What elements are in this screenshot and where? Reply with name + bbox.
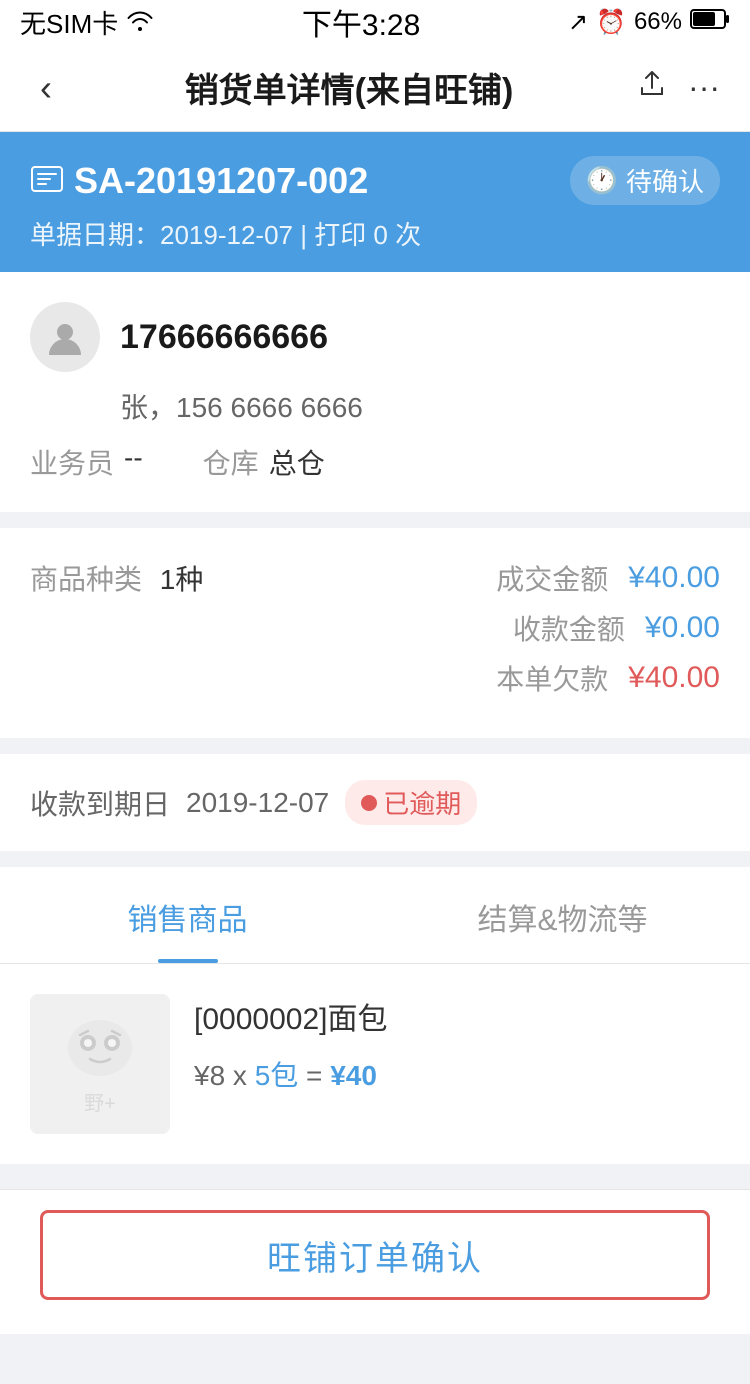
- customer-phone: 17666666666: [120, 318, 328, 357]
- confirm-order-button[interactable]: 旺铺订单确认: [40, 1210, 710, 1300]
- due-label: 收款到期日: [30, 783, 170, 823]
- product-section: 野+ [0000002]面包 ¥8 x 5包 = ¥40: [0, 964, 750, 1164]
- tab-sales-products[interactable]: 销售商品: [0, 867, 375, 963]
- wifi-icon: [126, 7, 154, 38]
- sales-item: 业务员 --: [30, 442, 143, 482]
- overdue-text: 已逾期: [383, 784, 461, 821]
- page-title: 销货单详情(来自旺铺): [62, 63, 636, 112]
- order-status-text: 待确认: [626, 162, 704, 199]
- total-text: ¥40: [330, 1060, 377, 1091]
- category-label: 商品种类: [30, 564, 142, 595]
- qty-text: 5包: [255, 1060, 299, 1091]
- battery-text: 66%: [634, 8, 682, 36]
- owing-value: ¥40.00: [628, 661, 720, 695]
- received-value: ¥0.00: [645, 611, 720, 645]
- order-id-text: SA-20191207-002: [74, 160, 368, 202]
- equals-text: =: [298, 1060, 330, 1091]
- price-text: ¥8 x: [194, 1060, 255, 1091]
- order-header-card: SA-20191207-002 🕐 待确认 单据日期：2019-12-07 | …: [0, 132, 750, 272]
- category-value: 1种: [160, 564, 204, 595]
- overdue-dot-icon: [361, 795, 377, 811]
- customer-row: 17666666666: [30, 302, 720, 372]
- order-header-top: SA-20191207-002 🕐 待确认: [30, 156, 720, 205]
- nav-right-actions: ···: [636, 68, 720, 108]
- summary-left: 商品种类 1种: [30, 558, 203, 598]
- back-button[interactable]: ‹: [30, 57, 62, 119]
- alarm-icon: ⏰: [596, 8, 626, 37]
- warehouse-item: 仓库 总仓: [203, 442, 325, 482]
- due-value: 2019-12-07: [186, 787, 329, 819]
- tab-settlement[interactable]: 结算&物流等: [375, 867, 750, 963]
- due-section: 收款到期日 2019-12-07 已逾期: [0, 754, 750, 851]
- clock-icon: 🕐: [586, 165, 618, 196]
- product-info: [0000002]面包 ¥8 x 5包 = ¥40: [194, 994, 720, 1094]
- product-price: ¥8 x 5包 = ¥40: [194, 1054, 720, 1094]
- received-label: 收款金额: [513, 608, 625, 648]
- received-row: 收款金额 ¥0.00: [496, 608, 720, 648]
- battery-icon: [690, 8, 730, 37]
- overdue-badge: 已逾期: [345, 780, 477, 825]
- order-icon: [30, 160, 64, 202]
- product-name: [0000002]面包: [194, 994, 720, 1038]
- more-button[interactable]: ···: [688, 69, 720, 106]
- owing-label: 本单欠款: [496, 658, 608, 698]
- carrier-text: 无SIM卡: [20, 4, 118, 41]
- warehouse-value: 总仓: [269, 442, 325, 482]
- customer-section: 17666666666 张，156 6666 6666 业务员 -- 仓库 总仓: [0, 272, 750, 512]
- status-left: 无SIM卡: [20, 4, 154, 41]
- warehouse-label: 仓库: [203, 442, 259, 482]
- status-time: 下午3:28: [302, 0, 420, 44]
- sales-value: --: [124, 442, 143, 482]
- customer-meta: 业务员 -- 仓库 总仓: [30, 442, 720, 482]
- status-bar: 无SIM卡 下午3:28 ↗ ⏰ 66%: [0, 0, 750, 44]
- customer-avatar: [30, 302, 100, 372]
- amount-value: ¥40.00: [628, 561, 720, 595]
- product-thumbnail: 野+: [30, 994, 170, 1134]
- nav-bar: ‹ 销货单详情(来自旺铺) ···: [0, 44, 750, 132]
- tabs-section: 销售商品 结算&物流等 野+: [0, 867, 750, 1164]
- bottom-bar: 旺铺订单确认: [0, 1189, 750, 1334]
- sales-label: 业务员: [30, 442, 114, 482]
- share-button[interactable]: [636, 68, 668, 108]
- summary-section: 商品种类 1种 成交金额 ¥40.00 收款金额 ¥0.00 本单欠款 ¥40.…: [0, 528, 750, 738]
- owing-row: 本单欠款 ¥40.00: [496, 658, 720, 698]
- order-status-badge: 🕐 待确认: [570, 156, 720, 205]
- summary-right: 成交金额 ¥40.00 收款金额 ¥0.00 本单欠款 ¥40.00: [496, 558, 720, 708]
- amount-row: 成交金额 ¥40.00: [496, 558, 720, 598]
- amount-label: 成交金额: [496, 558, 608, 598]
- tabs-row: 销售商品 结算&物流等: [0, 867, 750, 964]
- order-date: 单据日期：2019-12-07 | 打印 0 次: [30, 215, 720, 252]
- status-right: ↗ ⏰ 66%: [568, 8, 730, 37]
- location-icon: ↗: [568, 8, 588, 37]
- order-id: SA-20191207-002: [30, 160, 368, 202]
- product-item: 野+ [0000002]面包 ¥8 x 5包 = ¥40: [30, 994, 720, 1134]
- product-thumb-logo: 野+: [60, 1013, 140, 1116]
- customer-contact: 张，156 6666 6666: [30, 386, 720, 426]
